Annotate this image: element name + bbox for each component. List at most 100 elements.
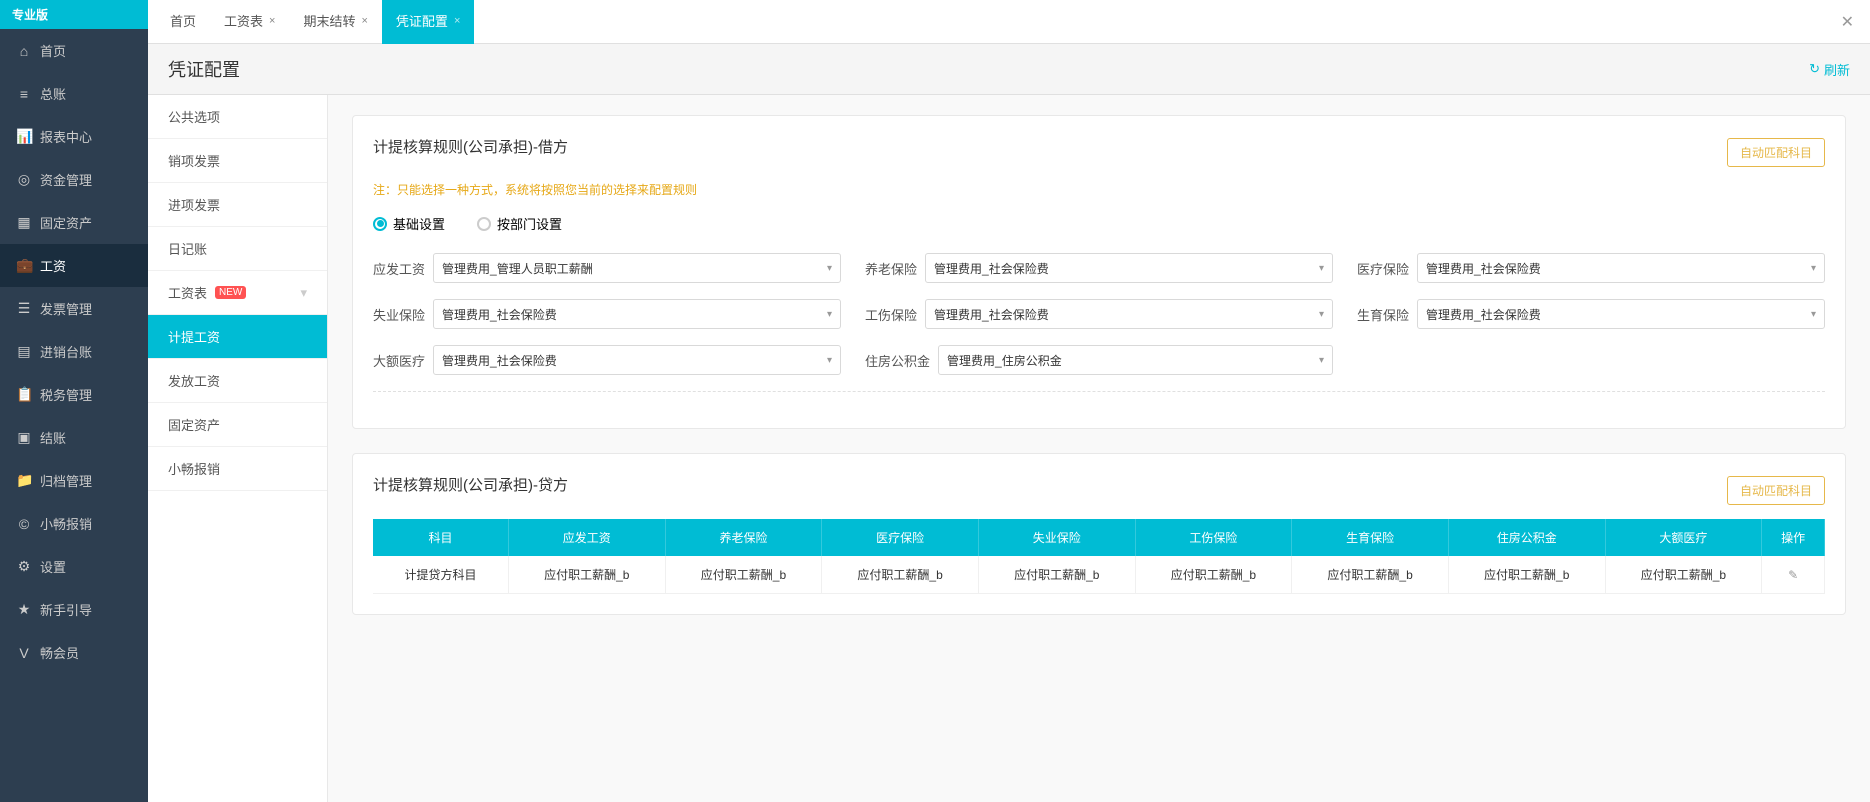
window-close-button[interactable]: ✕ <box>1833 8 1862 36</box>
sidebar-item-label: 进销台账 <box>40 342 92 361</box>
radio-dept[interactable]: 按部门设置 <box>477 214 562 233</box>
sidebar-item-label: 畅会员 <box>40 643 79 662</box>
sidebar-item-assets[interactable]: ▦ 固定资产 <box>0 201 148 244</box>
sidebar-item-label: 归档管理 <box>40 471 92 490</box>
td-medical: 应付职工薪酬_b <box>822 556 979 594</box>
select-maternity[interactable]: 管理费用_社会保险费 ▾ <box>1417 299 1825 329</box>
sidebar-item-funds[interactable]: ◎ 资金管理 <box>0 158 148 201</box>
radio-basic[interactable]: 基础设置 <box>373 214 445 233</box>
label-housing: 住房公积金 <box>865 351 930 370</box>
select-workinjury-value: 管理费用_社会保险费 <box>934 306 1315 323</box>
chevron-down-icon: ▾ <box>1319 263 1324 274</box>
sidebar-item-label: 小畅报销 <box>40 514 92 533</box>
refresh-label: 刷新 <box>1824 60 1850 79</box>
td-subject: 计提贷方科目 <box>373 556 508 594</box>
sidebar-item-guide[interactable]: ★ 新手引导 <box>0 588 148 631</box>
select-medical-value: 管理费用_社会保险费 <box>1426 260 1807 277</box>
member-icon: V <box>16 645 32 661</box>
sidebar-item-salary[interactable]: 💼 工资 <box>0 244 148 287</box>
sidebar-item-ledger[interactable]: ≡ 总账 <box>0 72 148 115</box>
select-medical[interactable]: 管理费用_社会保险费 ▾ <box>1417 253 1825 283</box>
tab-payroll-close[interactable]: × <box>269 15 275 27</box>
sidebar-item-reports[interactable]: 📊 报表中心 <box>0 115 148 158</box>
page-title: 凭证配置 <box>168 56 240 82</box>
sidebar-item-home[interactable]: ⌂ 首页 <box>0 29 148 72</box>
left-nav-calc-salary[interactable]: 计提工资 <box>148 315 327 359</box>
sidebar-item-settings[interactable]: ⚙ 设置 <box>0 545 148 588</box>
select-major-medical[interactable]: 管理费用_社会保险费 ▾ <box>433 345 841 375</box>
sidebar-item-purchase[interactable]: ▤ 进销台账 <box>0 330 148 373</box>
refresh-icon: ↻ <box>1809 61 1820 77</box>
field-unemployment: 失业保险 管理费用_社会保险费 ▾ <box>373 299 841 329</box>
left-nav-public[interactable]: 公共选项 <box>148 95 327 139</box>
select-salary[interactable]: 管理费用_管理人员职工薪酬 ▾ <box>433 253 841 283</box>
select-workinjury[interactable]: 管理费用_社会保险费 ▾ <box>925 299 1333 329</box>
td-maternity: 应付职工薪酬_b <box>1292 556 1449 594</box>
sidebar-item-xiaochang[interactable]: © 小畅报销 <box>0 502 148 545</box>
edit-icon[interactable]: ✎ <box>1788 568 1798 582</box>
form-row-1: 应发工资 管理费用_管理人员职工薪酬 ▾ 养老保险 管理费用_社会保险费 ▾ <box>373 253 1825 283</box>
tab-period-close[interactable]: 期末结转 × <box>289 0 381 44</box>
sidebar-item-tax[interactable]: 📋 税务管理 <box>0 373 148 416</box>
main-content: 计提核算规则(公司承担)-借方 自动匹配科目 注：只能选择一种方式，系统将按照您… <box>328 95 1870 802</box>
tab-bar: 首页 工资表 × 期末结转 × 凭证配置 × ✕ <box>148 0 1870 44</box>
sidebar-item-label: 固定资产 <box>40 213 92 232</box>
tab-period-close-close[interactable]: × <box>361 15 367 27</box>
xiaochang-icon: © <box>16 516 32 532</box>
table-header-row: 科目 应发工资 养老保险 医疗保险 失业保险 工伤保险 生育保险 住房公积金 大… <box>373 519 1825 556</box>
sidebar-item-label: 结账 <box>40 428 66 447</box>
select-housing[interactable]: 管理费用_住房公积金 ▾ <box>938 345 1333 375</box>
radio-basic-circle <box>373 217 387 231</box>
sidebar-item-archive[interactable]: 📁 归档管理 <box>0 459 148 502</box>
radio-dept-circle <box>477 217 491 231</box>
field-pension: 养老保险 管理费用_社会保险费 ▾ <box>865 253 1333 283</box>
th-medical: 医疗保险 <box>822 519 979 556</box>
label-workinjury: 工伤保险 <box>865 305 917 324</box>
tab-voucher-config-close[interactable]: × <box>454 15 460 27</box>
td-action[interactable]: ✎ <box>1762 556 1825 594</box>
label-unemployment: 失业保险 <box>373 305 425 324</box>
radio-group: 基础设置 按部门设置 <box>373 214 1825 233</box>
sidebar-item-close[interactable]: ▣ 结账 <box>0 416 148 459</box>
tab-payroll-label: 工资表 <box>224 11 263 30</box>
th-major-medical: 大额医疗 <box>1605 519 1762 556</box>
tab-voucher-config-label: 凭证配置 <box>396 11 448 30</box>
section1-header: 计提核算规则(公司承担)-借方 自动匹配科目 <box>373 136 1825 169</box>
tab-home[interactable]: 首页 <box>156 0 210 44</box>
td-salary: 应付职工薪酬_b <box>508 556 665 594</box>
left-nav-journal[interactable]: 日记账 <box>148 227 327 271</box>
select-maternity-value: 管理费用_社会保险费 <box>1426 306 1807 323</box>
label-maternity: 生育保险 <box>1357 305 1409 324</box>
select-pension[interactable]: 管理费用_社会保险费 ▾ <box>925 253 1333 283</box>
left-nav-pay-salary[interactable]: 发放工资 <box>148 359 327 403</box>
funds-icon: ◎ <box>16 171 32 188</box>
section2-header: 计提核算规则(公司承担)-贷方 自动匹配科目 <box>373 474 1825 507</box>
th-pension: 养老保险 <box>665 519 822 556</box>
th-housing: 住房公积金 <box>1448 519 1605 556</box>
field-maternity: 生育保险 管理费用_社会保险费 ▾ <box>1357 299 1825 329</box>
left-nav-payroll-table[interactable]: 工资表 NEW ▾ <box>148 271 327 315</box>
label-salary: 应发工资 <box>373 259 425 278</box>
td-unemployment: 应付职工薪酬_b <box>978 556 1135 594</box>
tab-payroll[interactable]: 工资表 × <box>210 0 289 44</box>
section-credit: 计提核算规则(公司承担)-贷方 自动匹配科目 科目 应发工资 养老保险 医疗保险… <box>352 453 1846 615</box>
auto-match-debit-button[interactable]: 自动匹配科目 <box>1727 138 1825 167</box>
guide-icon: ★ <box>16 601 32 618</box>
left-nav: 公共选项 销项发票 进项发票 日记账 工资表 NEW ▾ 计提工资 发放工资 <box>148 95 328 802</box>
field-workinjury: 工伤保险 管理费用_社会保险费 ▾ <box>865 299 1333 329</box>
left-nav-fixed-assets[interactable]: 固定资产 <box>148 403 327 447</box>
chevron-down-icon: ▾ <box>827 309 832 320</box>
left-nav-purchase-invoice[interactable]: 进项发票 <box>148 183 327 227</box>
home-icon: ⌂ <box>16 43 32 59</box>
left-nav-sales-invoice[interactable]: 销项发票 <box>148 139 327 183</box>
sidebar-item-member[interactable]: V 畅会员 <box>0 631 148 674</box>
sidebar-item-label: 工资 <box>40 256 66 275</box>
sidebar-item-invoice[interactable]: ☰ 发票管理 <box>0 287 148 330</box>
th-salary: 应发工资 <box>508 519 665 556</box>
auto-match-credit-button[interactable]: 自动匹配科目 <box>1727 476 1825 505</box>
refresh-button[interactable]: ↻ 刷新 <box>1809 60 1850 79</box>
left-nav-xiaochang-expense[interactable]: 小畅报销 <box>148 447 327 491</box>
sidebar-item-label: 总账 <box>40 84 66 103</box>
select-unemployment[interactable]: 管理费用_社会保险费 ▾ <box>433 299 841 329</box>
tab-voucher-config[interactable]: 凭证配置 × <box>382 0 474 44</box>
